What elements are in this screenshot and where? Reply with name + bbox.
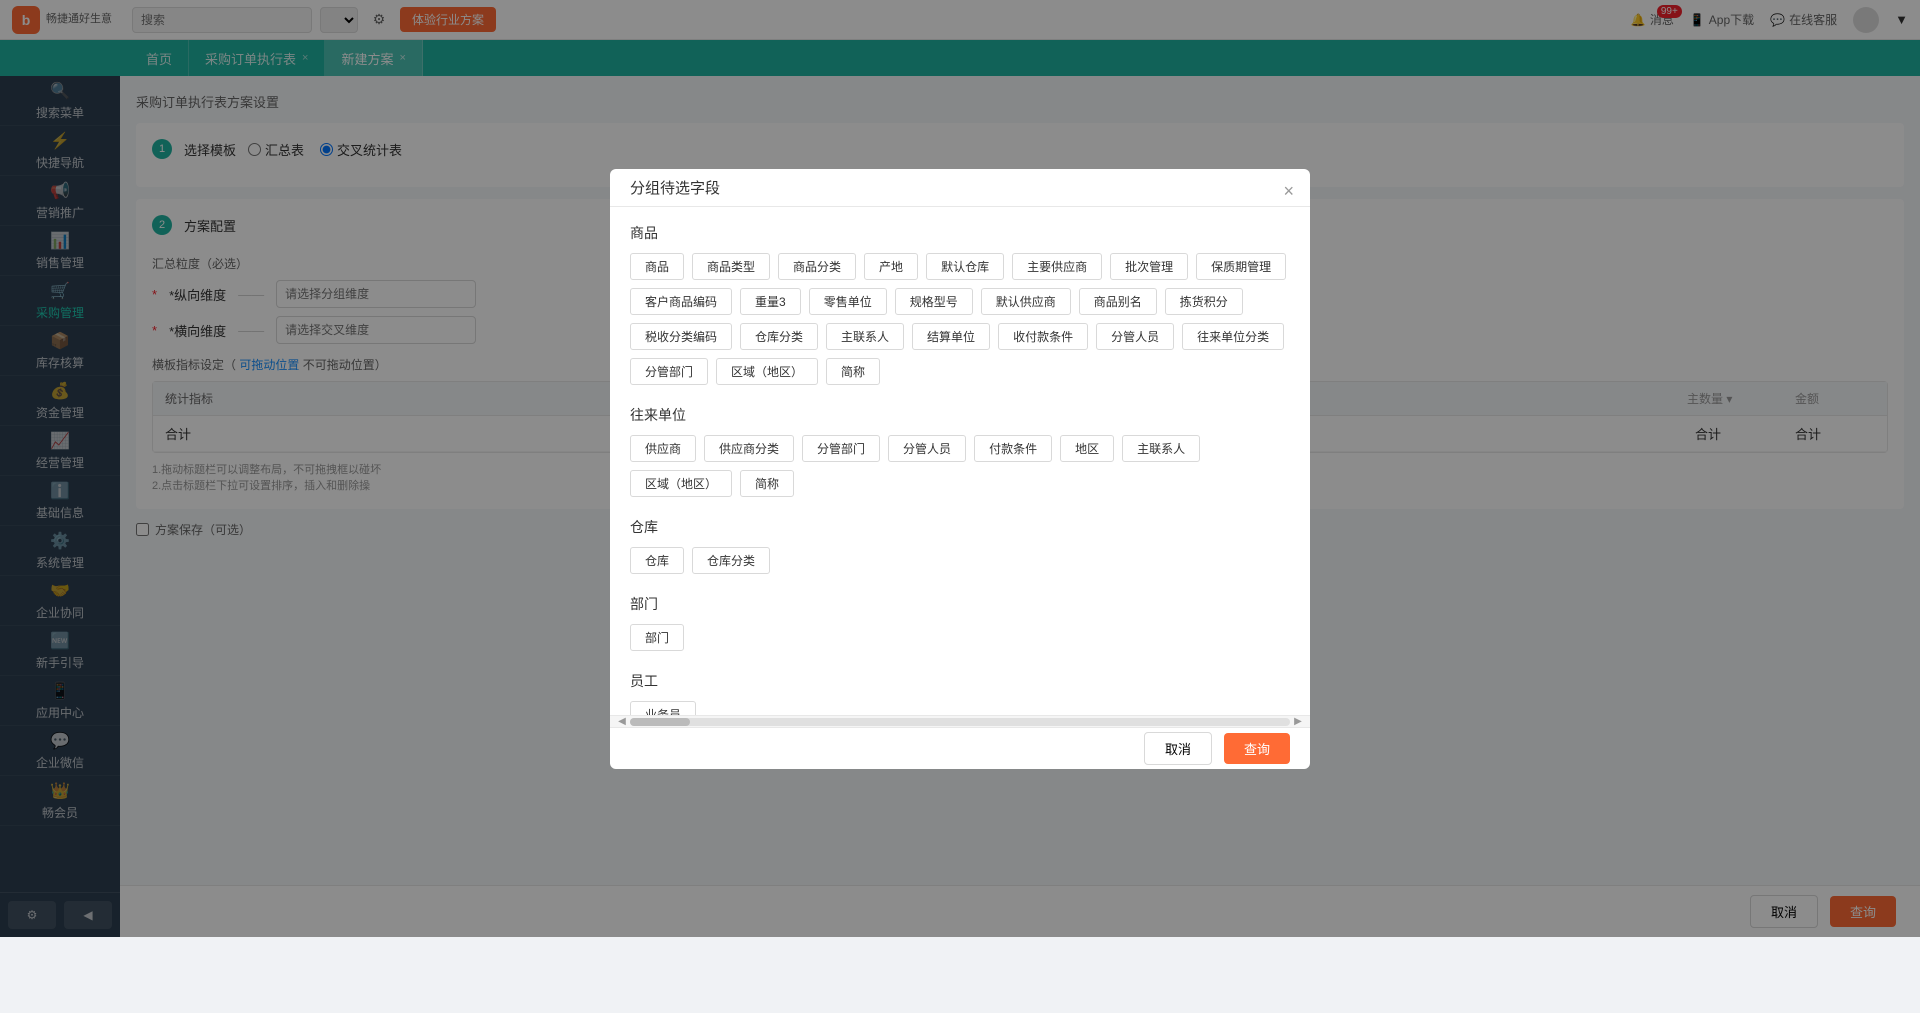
field-tag-1-5[interactable]: 地区 bbox=[1060, 435, 1114, 462]
hscroll-right-arrow[interactable]: ▶ bbox=[1290, 716, 1306, 727]
hscroll-left-arrow[interactable]: ◀ bbox=[614, 716, 630, 727]
field-tag-0-6[interactable]: 批次管理 bbox=[1110, 253, 1188, 280]
field-tag-4-0[interactable]: 业务员 bbox=[630, 701, 696, 715]
modal-horizontal-scrollbar[interactable]: ◀ ▶ bbox=[610, 715, 1310, 727]
field-tags-1: 供应商供应商分类分管部门分管人员付款条件地区主联系人区域（地区） 简称 bbox=[630, 435, 1290, 497]
modal-close-button[interactable]: × bbox=[1283, 181, 1294, 202]
field-tag-1-1[interactable]: 供应商分类 bbox=[704, 435, 794, 462]
section-title-0: 商品 bbox=[630, 223, 1290, 243]
field-tag-0-11[interactable]: 规格型号 bbox=[895, 288, 973, 315]
field-section-1: 往来单位供应商供应商分类分管部门分管人员付款条件地区主联系人区域（地区） 简称 bbox=[630, 405, 1290, 497]
field-tags-0: 商品商品类型商品分类产地默认仓库主要供应商批次管理保质期管理客户商品编码重量3 零… bbox=[630, 253, 1290, 385]
field-tag-1-2[interactable]: 分管部门 bbox=[802, 435, 880, 462]
field-tag-0-16[interactable]: 仓库分类 bbox=[740, 323, 818, 350]
modal-header: 分组待选字段 × bbox=[610, 169, 1310, 207]
modal-body[interactable]: 商品商品商品类型商品分类产地默认仓库主要供应商批次管理保质期管理客户商品编码重量… bbox=[610, 207, 1310, 715]
field-tag-0-13[interactable]: 商品别名 bbox=[1079, 288, 1157, 315]
field-tags-3: 部门 bbox=[630, 624, 1290, 651]
field-tag-0-23[interactable]: 区域（地区） bbox=[716, 358, 818, 385]
hscroll-track[interactable] bbox=[630, 718, 1290, 726]
field-tag-0-19[interactable]: 收付款条件 bbox=[998, 323, 1088, 350]
field-tag-2-0[interactable]: 仓库 bbox=[630, 547, 684, 574]
field-tag-0-5[interactable]: 主要供应商 bbox=[1012, 253, 1102, 280]
modal-cancel-button[interactable]: 取消 bbox=[1144, 732, 1212, 765]
field-tag-0-10[interactable]: 零售单位 bbox=[809, 288, 887, 315]
field-section-4: 员工业务员 bbox=[630, 671, 1290, 715]
modal-overlay: 分组待选字段 × 商品商品商品类型商品分类产地默认仓库主要供应商批次管理保质期管… bbox=[0, 0, 1920, 937]
field-tag-0-20[interactable]: 分管人员 bbox=[1096, 323, 1174, 350]
field-section-0: 商品商品商品类型商品分类产地默认仓库主要供应商批次管理保质期管理客户商品编码重量… bbox=[630, 223, 1290, 385]
field-tag-0-18[interactable]: 结算单位 bbox=[912, 323, 990, 350]
modal-title: 分组待选字段 bbox=[630, 177, 720, 198]
field-tag-0-15[interactable]: 税收分类编码 bbox=[630, 323, 732, 350]
field-tags-4: 业务员 bbox=[630, 701, 1290, 715]
field-tag-0-22[interactable]: 分管部门 bbox=[630, 358, 708, 385]
field-tag-0-0[interactable]: 商品 bbox=[630, 253, 684, 280]
field-tag-2-1[interactable]: 仓库分类 bbox=[692, 547, 770, 574]
field-tag-3-0[interactable]: 部门 bbox=[630, 624, 684, 651]
section-title-2: 仓库 bbox=[630, 517, 1290, 537]
field-tag-0-17[interactable]: 主联系人 bbox=[826, 323, 904, 350]
field-tag-0-24[interactable]: 简称 bbox=[826, 358, 880, 385]
field-tag-0-3[interactable]: 产地 bbox=[864, 253, 918, 280]
field-tag-1-3[interactable]: 分管人员 bbox=[888, 435, 966, 462]
field-tag-0-21[interactable]: 往来单位分类 bbox=[1182, 323, 1284, 350]
section-title-1: 往来单位 bbox=[630, 405, 1290, 425]
field-section-2: 仓库仓库仓库分类 bbox=[630, 517, 1290, 574]
section-title-3: 部门 bbox=[630, 594, 1290, 614]
field-tag-1-7[interactable]: 区域（地区） bbox=[630, 470, 732, 497]
field-tag-0-7[interactable]: 保质期管理 bbox=[1196, 253, 1286, 280]
modal: 分组待选字段 × 商品商品商品类型商品分类产地默认仓库主要供应商批次管理保质期管… bbox=[610, 169, 1310, 769]
field-tag-0-2[interactable]: 商品分类 bbox=[778, 253, 856, 280]
field-tag-0-14[interactable]: 拣货积分 bbox=[1165, 288, 1243, 315]
field-tag-0-4[interactable]: 默认仓库 bbox=[926, 253, 1004, 280]
field-tag-1-0[interactable]: 供应商 bbox=[630, 435, 696, 462]
field-tag-0-1[interactable]: 商品类型 bbox=[692, 253, 770, 280]
field-tag-0-12[interactable]: 默认供应商 bbox=[981, 288, 1071, 315]
field-tag-0-9[interactable]: 重量3 bbox=[740, 288, 801, 315]
field-section-3: 部门部门 bbox=[630, 594, 1290, 651]
modal-footer: 取消 查询 bbox=[610, 727, 1310, 768]
field-tag-1-4[interactable]: 付款条件 bbox=[974, 435, 1052, 462]
section-title-4: 员工 bbox=[630, 671, 1290, 691]
field-tags-2: 仓库仓库分类 bbox=[630, 547, 1290, 574]
field-tag-0-8[interactable]: 客户商品编码 bbox=[630, 288, 732, 315]
modal-confirm-button[interactable]: 查询 bbox=[1224, 733, 1290, 764]
field-tag-1-6[interactable]: 主联系人 bbox=[1122, 435, 1200, 462]
field-tag-1-8[interactable]: 简称 bbox=[740, 470, 794, 497]
hscroll-thumb[interactable] bbox=[630, 718, 690, 726]
